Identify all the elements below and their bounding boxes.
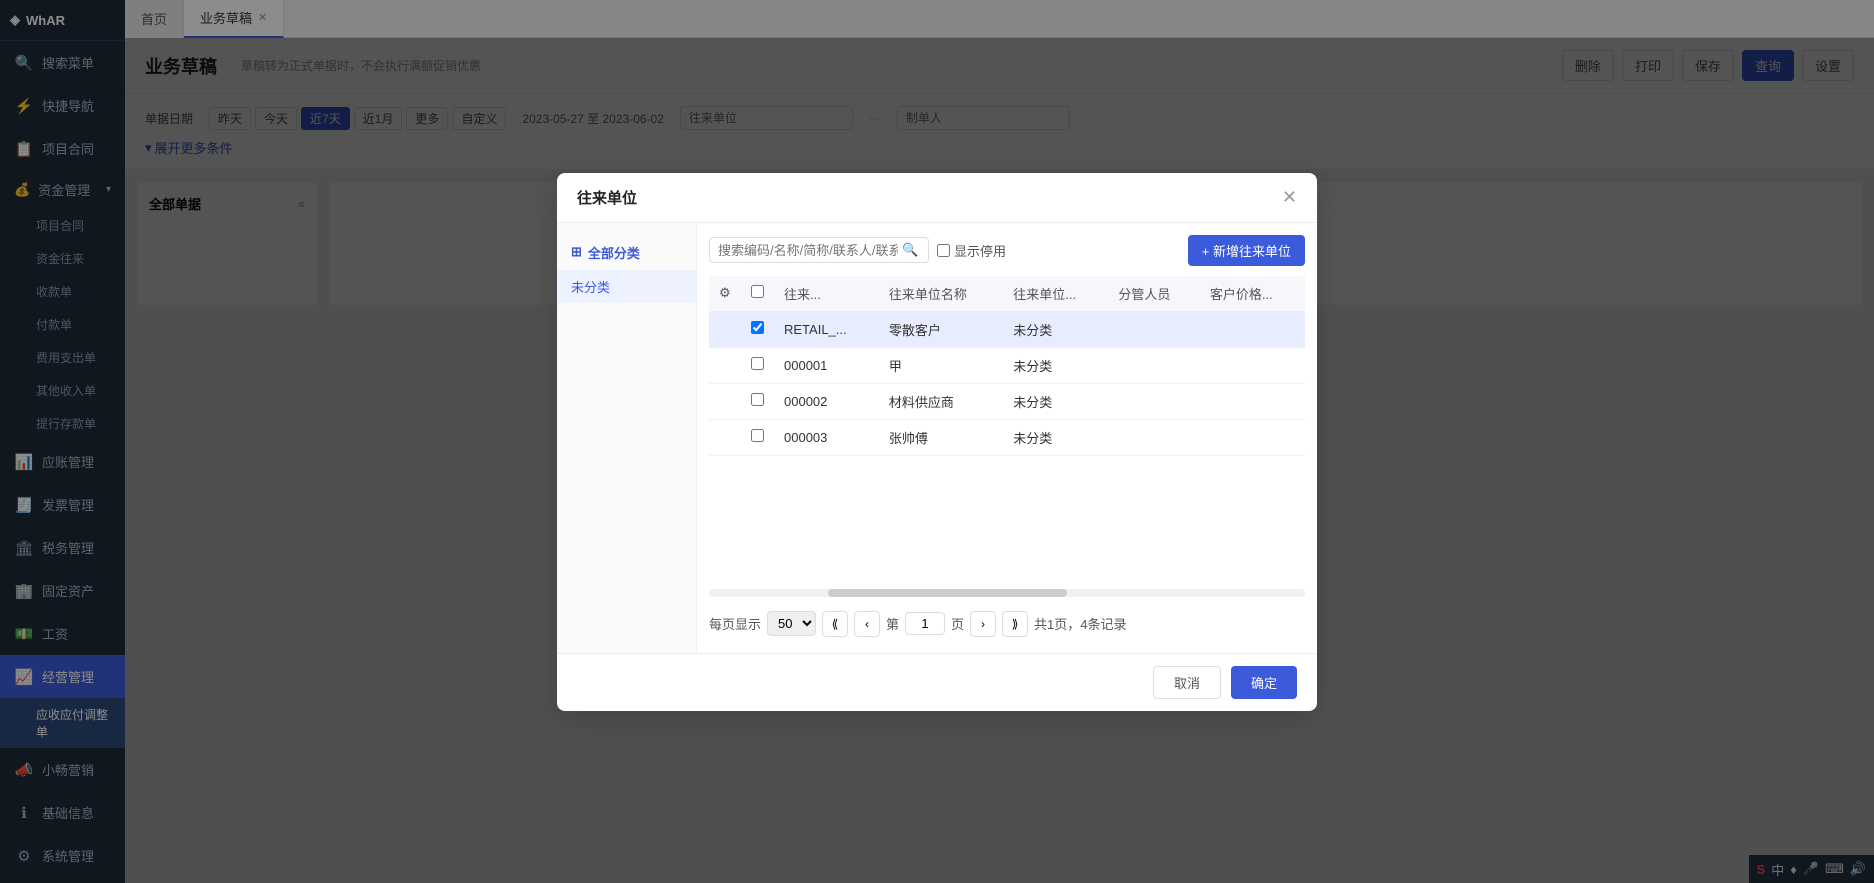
- modal-title: 往来单位: [577, 187, 637, 208]
- table-row[interactable]: 000001 甲 未分类: [709, 347, 1305, 383]
- prev-page-button[interactable]: ‹: [854, 611, 880, 637]
- row-price: [1200, 419, 1305, 455]
- row-category: 未分类: [1003, 311, 1108, 347]
- modal-footer: 取消 确定: [557, 653, 1317, 711]
- row-code: 000001: [774, 347, 879, 383]
- row-manager: [1108, 419, 1199, 455]
- grid-icon: ⊞: [571, 244, 582, 260]
- show-disabled-checkbox[interactable]: [937, 244, 950, 257]
- partner-modal: 往来单位 ✕ ⊞ 全部分类 未分类 🔍 显示停用: [557, 173, 1317, 711]
- row-category: 未分类: [1003, 383, 1108, 419]
- cancel-button[interactable]: 取消: [1153, 666, 1221, 699]
- row-check[interactable]: [741, 419, 774, 455]
- partner-table: ⚙ 往来... 往来单位名称 往来单位... 分管人员 客户价格...: [709, 276, 1305, 456]
- header-row: ⚙ 往来... 往来单位名称 往来单位... 分管人员 客户价格...: [709, 276, 1305, 312]
- category-all-label: 全部分类: [588, 243, 640, 262]
- search-icon[interactable]: 🔍: [902, 242, 918, 258]
- modal-header: 往来单位 ✕: [557, 173, 1317, 223]
- next-page-button[interactable]: ›: [970, 611, 996, 637]
- row-code: 000002: [774, 383, 879, 419]
- row-price: [1200, 311, 1305, 347]
- row-name: 零散客户: [879, 311, 1003, 347]
- col-settings: ⚙: [709, 276, 741, 312]
- row-settings: [709, 311, 741, 347]
- horizontal-scrollbar[interactable]: [709, 589, 1305, 597]
- show-disabled-label: 显示停用: [954, 241, 1006, 260]
- row-settings: [709, 347, 741, 383]
- table-header: ⚙ 往来... 往来单位名称 往来单位... 分管人员 客户价格...: [709, 276, 1305, 312]
- first-page-button[interactable]: ⟪: [822, 611, 848, 637]
- search-box: 🔍: [709, 237, 929, 263]
- modal-toolbar: 🔍 显示停用 + 新增往来单位: [709, 235, 1305, 266]
- row-name: 张帅傅: [879, 419, 1003, 455]
- row-price: [1200, 383, 1305, 419]
- confirm-button[interactable]: 确定: [1231, 666, 1297, 699]
- page-unit-label: 页: [951, 614, 964, 633]
- category-panel: ⊞ 全部分类 未分类: [557, 223, 697, 653]
- modal-close-button[interactable]: ✕: [1282, 187, 1297, 208]
- col-category: 往来单位...: [1003, 276, 1108, 312]
- row-code: 000003: [774, 419, 879, 455]
- page-label: 第: [886, 614, 899, 633]
- row-check[interactable]: [741, 311, 774, 347]
- per-page-label: 每页显示: [709, 614, 761, 633]
- row-name: 材料供应商: [879, 383, 1003, 419]
- table-panel: 🔍 显示停用 + 新增往来单位 ⚙ 往来... 往来单位名称: [697, 223, 1317, 653]
- modal-body: ⊞ 全部分类 未分类 🔍 显示停用 + 新增往来单位: [557, 223, 1317, 653]
- pagination: 每页显示 50 ⟪ ‹ 第 页 › ⟫ 共1页，4条记录: [709, 601, 1305, 641]
- category-uncategorized[interactable]: 未分类: [557, 270, 696, 303]
- row-manager: [1108, 383, 1199, 419]
- row-check[interactable]: [741, 347, 774, 383]
- total-info-label: 共1页，4条记录: [1034, 614, 1126, 633]
- scrollbar-thumb: [828, 589, 1066, 597]
- add-partner-button[interactable]: + 新增往来单位: [1188, 235, 1305, 266]
- show-disabled-toggle[interactable]: 显示停用: [937, 241, 1006, 260]
- row-manager: [1108, 311, 1199, 347]
- row-manager: [1108, 347, 1199, 383]
- partner-search-input[interactable]: [718, 243, 898, 258]
- row-category: 未分类: [1003, 419, 1108, 455]
- row-category: 未分类: [1003, 347, 1108, 383]
- row-code: RETAIL_...: [774, 311, 879, 347]
- page-number-input[interactable]: [905, 612, 945, 635]
- row-price: [1200, 347, 1305, 383]
- partner-table-scroll[interactable]: ⚙ 往来... 往来单位名称 往来单位... 分管人员 客户价格...: [709, 276, 1305, 585]
- col-name: 往来单位名称: [879, 276, 1003, 312]
- all-categories-item[interactable]: ⊞ 全部分类: [557, 235, 696, 270]
- check-all[interactable]: [751, 285, 764, 298]
- col-check: [741, 276, 774, 312]
- per-page-select[interactable]: 50: [767, 611, 816, 636]
- row-check[interactable]: [741, 383, 774, 419]
- table-row[interactable]: 000002 材料供应商 未分类: [709, 383, 1305, 419]
- table-row[interactable]: 000003 张帅傅 未分类: [709, 419, 1305, 455]
- col-price: 客户价格...: [1200, 276, 1305, 312]
- col-manager: 分管人员: [1108, 276, 1199, 312]
- last-page-button[interactable]: ⟫: [1002, 611, 1028, 637]
- row-settings: [709, 383, 741, 419]
- col-code: 往来...: [774, 276, 879, 312]
- table-body: RETAIL_... 零散客户 未分类 000001 甲 未分: [709, 311, 1305, 455]
- category-uncategorized-label: 未分类: [571, 280, 610, 295]
- table-row[interactable]: RETAIL_... 零散客户 未分类: [709, 311, 1305, 347]
- row-name: 甲: [879, 347, 1003, 383]
- row-settings: [709, 419, 741, 455]
